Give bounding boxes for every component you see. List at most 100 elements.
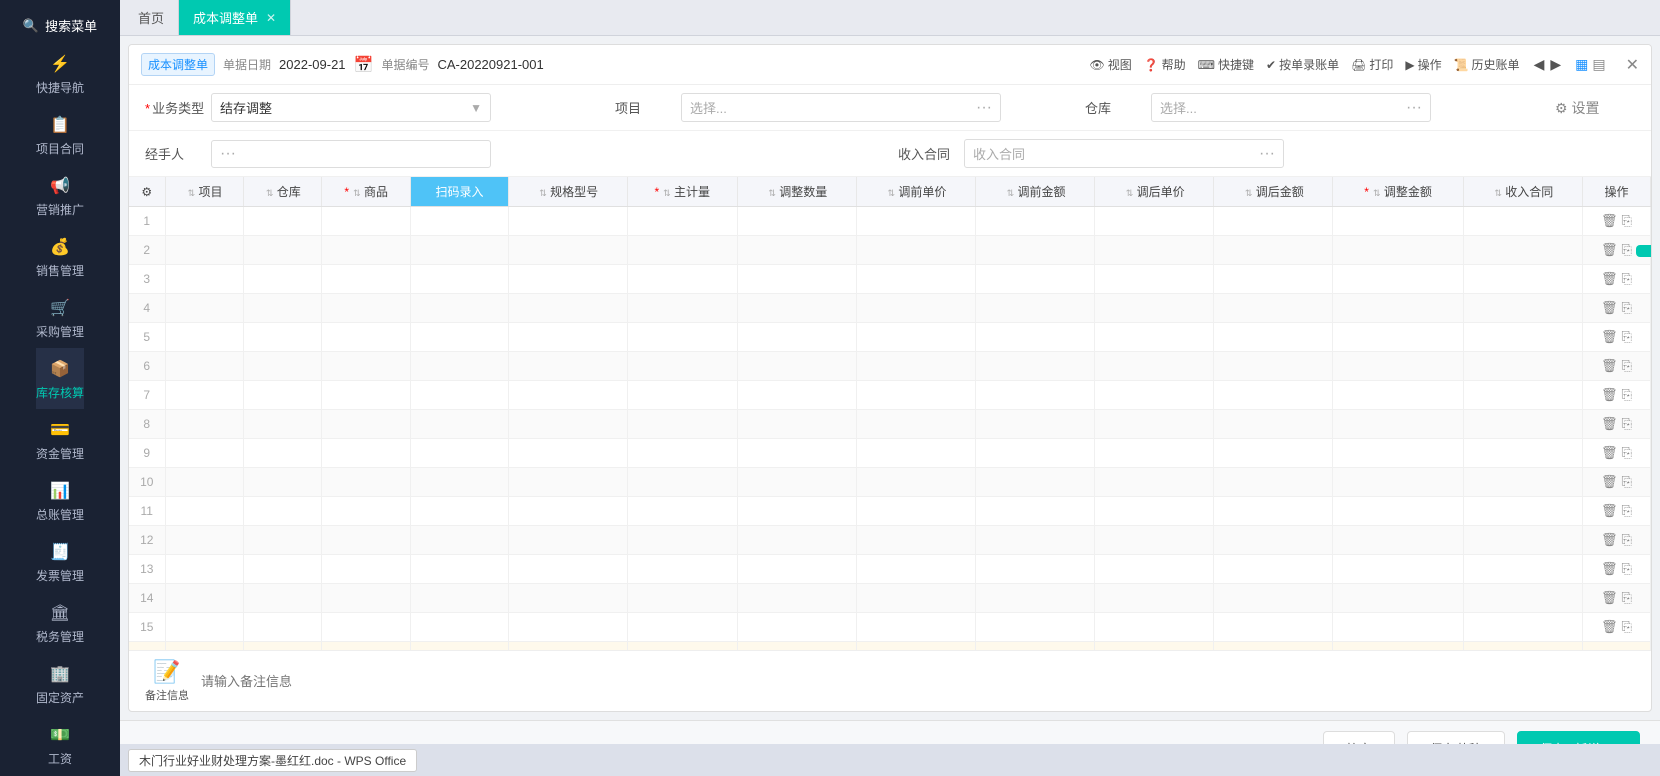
cell-warehouse-4[interactable] — [243, 294, 321, 323]
layout-btn-2[interactable]: ▤ — [1592, 56, 1605, 73]
doc-settings-icon[interactable]: ⚙ 设置 — [1555, 98, 1599, 118]
cell-product-5[interactable] — [321, 323, 411, 352]
sidebar-item-salary[interactable]: 💵 工资 — [36, 714, 84, 775]
cell-adj-amount-4[interactable] — [1214, 294, 1333, 323]
cell-adj-amount-7[interactable] — [1214, 381, 1333, 410]
cell-income-contract-9[interactable] — [1463, 439, 1582, 468]
cell-spec-1[interactable] — [508, 207, 627, 236]
cell-scan-5[interactable] — [411, 323, 508, 352]
cell-spec-4[interactable] — [508, 294, 627, 323]
cell-income-contract-10[interactable] — [1463, 468, 1582, 497]
copy-icon-13[interactable]: ⎘ — [1622, 561, 1632, 577]
delete-icon-5[interactable]: 🗑 — [1601, 329, 1618, 345]
cell-prev-unit-price-1[interactable] — [856, 207, 975, 236]
cell-unit-9[interactable] — [627, 439, 737, 468]
copy-icon-12[interactable]: ⎘ — [1622, 532, 1632, 548]
cell-income-contract-8[interactable] — [1463, 410, 1582, 439]
cell-adjust-amount-15[interactable] — [1333, 613, 1463, 642]
cell-adj-qty-2[interactable] — [737, 236, 856, 265]
tab-cost-adjust[interactable]: 成本调整单 ✕ — [179, 0, 291, 35]
cell-adj-amount-11[interactable] — [1214, 497, 1333, 526]
cell-adj-unit-price-1[interactable] — [1095, 207, 1214, 236]
cell-warehouse-6[interactable] — [243, 352, 321, 381]
cell-unit-5[interactable] — [627, 323, 737, 352]
cell-adjust-amount-7[interactable] — [1333, 381, 1463, 410]
delete-icon-4[interactable]: 🗑 — [1601, 300, 1618, 316]
cell-adj-qty-12[interactable] — [737, 526, 856, 555]
cell-adj-unit-price-2[interactable] — [1095, 236, 1214, 265]
delete-icon-6[interactable]: 🗑 — [1601, 358, 1618, 374]
cell-prev-unit-price-8[interactable] — [856, 410, 975, 439]
cell-income-contract-11[interactable] — [1463, 497, 1582, 526]
delete-icon-8[interactable]: 🗑 — [1601, 416, 1618, 432]
cell-adj-amount-12[interactable] — [1214, 526, 1333, 555]
copy-icon-5[interactable]: ⎘ — [1622, 329, 1632, 345]
delete-icon-7[interactable]: 🗑 — [1601, 387, 1618, 403]
sidebar-item-invoice[interactable]: 🧾 发票管理 — [36, 531, 84, 592]
cell-income-contract-15[interactable] — [1463, 613, 1582, 642]
cell-adj-amount-6[interactable] — [1214, 352, 1333, 381]
sidebar-item-finance[interactable]: 💳 资金管理 — [36, 409, 84, 470]
nav-next[interactable]: ▶ — [1548, 56, 1563, 73]
cell-scan-4[interactable] — [411, 294, 508, 323]
cell-prev-amount-12[interactable] — [975, 526, 1094, 555]
cell-income-contract-4[interactable] — [1463, 294, 1582, 323]
cell-income-contract-2[interactable] — [1463, 236, 1582, 265]
cell-adj-qty-9[interactable] — [737, 439, 856, 468]
cell-spec-7[interactable] — [508, 381, 627, 410]
cell-unit-14[interactable] — [627, 584, 737, 613]
cell-prev-unit-price-3[interactable] — [856, 265, 975, 294]
cell-prev-amount-11[interactable] — [975, 497, 1094, 526]
cell-prev-amount-8[interactable] — [975, 410, 1094, 439]
cell-scan-3[interactable] — [411, 265, 508, 294]
action-help[interactable]: ❓ 帮助 — [1144, 56, 1186, 73]
cell-scan-2[interactable] — [411, 236, 508, 265]
sidebar-item-marketing[interactable]: 📢 营销推广 — [36, 165, 84, 226]
cell-unit-10[interactable] — [627, 468, 737, 497]
cell-adj-qty-6[interactable] — [737, 352, 856, 381]
cell-product-9[interactable] — [321, 439, 411, 468]
cell-warehouse-14[interactable] — [243, 584, 321, 613]
action-view[interactable]: 👁 视图 — [1089, 56, 1131, 73]
cell-adjust-amount-9[interactable] — [1333, 439, 1463, 468]
edge-tab[interactable] — [1636, 245, 1652, 257]
cell-adj-unit-price-4[interactable] — [1095, 294, 1214, 323]
sidebar-item-project-contract[interactable]: 📋 项目合同 — [36, 104, 84, 165]
cell-prev-unit-price-9[interactable] — [856, 439, 975, 468]
delete-icon-2[interactable]: 🗑 — [1601, 242, 1618, 258]
cell-project-4[interactable] — [165, 294, 243, 323]
cell-prev-unit-price-6[interactable] — [856, 352, 975, 381]
cell-adjust-amount-6[interactable] — [1333, 352, 1463, 381]
cell-project-14[interactable] — [165, 584, 243, 613]
cell-warehouse-3[interactable] — [243, 265, 321, 294]
cell-product-10[interactable] — [321, 468, 411, 497]
handler-input[interactable]: ··· — [211, 140, 491, 168]
cell-warehouse-7[interactable] — [243, 381, 321, 410]
cell-project-11[interactable] — [165, 497, 243, 526]
action-check[interactable]: ✔ 按单录账单 — [1266, 56, 1339, 73]
cell-adj-qty-15[interactable] — [737, 613, 856, 642]
cell-adj-qty-11[interactable] — [737, 497, 856, 526]
cell-adjust-amount-2[interactable] — [1333, 236, 1463, 265]
cell-adjust-amount-10[interactable] — [1333, 468, 1463, 497]
action-print[interactable]: 🖨 打印 — [1351, 56, 1393, 73]
delete-icon-9[interactable]: 🗑 — [1601, 445, 1618, 461]
delete-icon-11[interactable]: 🗑 — [1601, 503, 1618, 519]
cell-scan-9[interactable] — [411, 439, 508, 468]
tab-home[interactable]: 首页 — [124, 0, 179, 35]
warehouse-input[interactable]: 选择... ··· — [1151, 93, 1431, 122]
cell-scan-13[interactable] — [411, 555, 508, 584]
cell-warehouse-10[interactable] — [243, 468, 321, 497]
cell-adj-amount-5[interactable] — [1214, 323, 1333, 352]
taskbar-item[interactable]: 木门行业好业财处理方案-墨红红.doc - WPS Office — [128, 749, 417, 772]
cell-warehouse-2[interactable] — [243, 236, 321, 265]
cell-adjust-amount-8[interactable] — [1333, 410, 1463, 439]
cell-project-12[interactable] — [165, 526, 243, 555]
cell-adj-qty-7[interactable] — [737, 381, 856, 410]
cell-warehouse-8[interactable] — [243, 410, 321, 439]
col-settings[interactable]: ⚙ — [129, 177, 165, 207]
sidebar-item-ledger[interactable]: 📊 总账管理 — [36, 470, 84, 531]
cell-project-3[interactable] — [165, 265, 243, 294]
cell-prev-unit-price-15[interactable] — [856, 613, 975, 642]
cell-warehouse-5[interactable] — [243, 323, 321, 352]
